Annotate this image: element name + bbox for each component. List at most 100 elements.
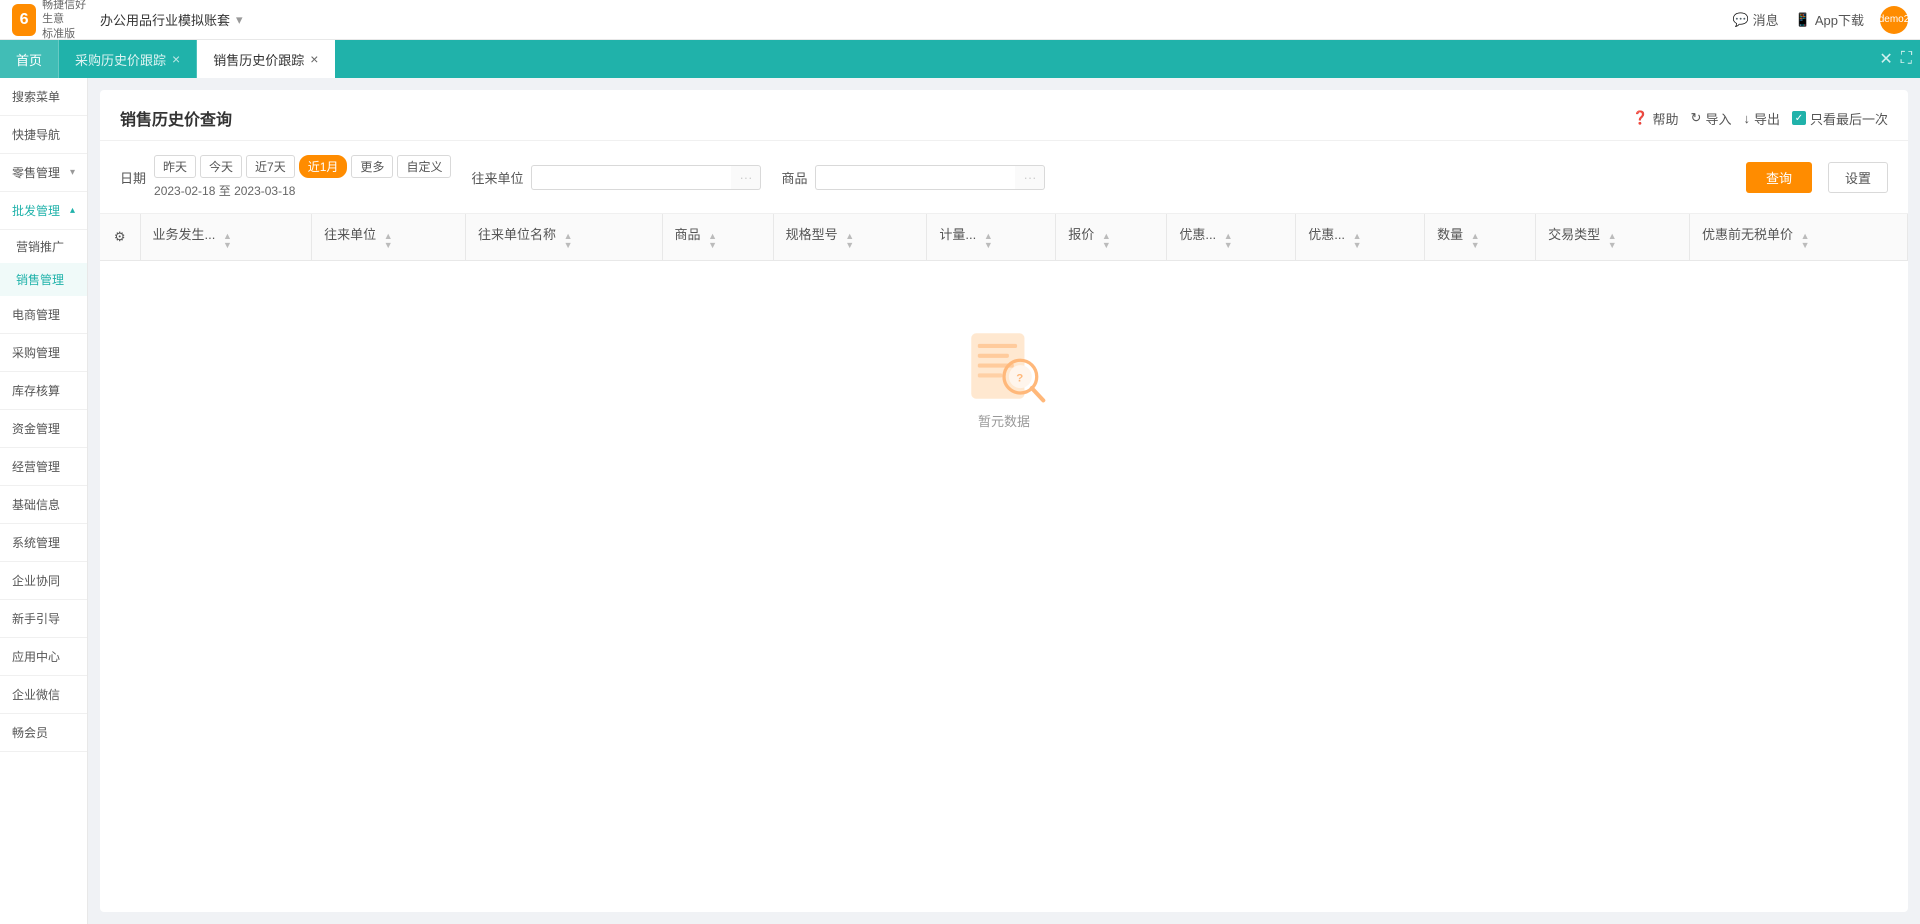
date-btn-more[interactable]: 更多 (351, 155, 393, 178)
partner-input[interactable] (531, 165, 731, 190)
page-title: 销售历史价查询 (120, 106, 232, 130)
sidebar-item-enterprise-collab-label: 企业协同 (12, 572, 60, 589)
date-btn-group: 昨天 今天 近7天 近1月 更多 自定义 (154, 155, 451, 178)
content-area: 销售历史价查询 ❓ 帮助 ↻ 导入 ↓ 导出 (88, 78, 1920, 924)
sidebar-item-basic-info[interactable]: 基础信息 (0, 486, 87, 524)
sidebar-item-ecommerce-label: 电商管理 (12, 306, 60, 323)
date-btn-custom[interactable]: 自定义 (397, 155, 451, 178)
export-btn[interactable]: ↓ 导出 (1743, 109, 1780, 128)
top-bar-right: 💬 消息 📱 App下载 demo2 (1732, 6, 1908, 34)
sort-icon-qty: ▲▼ (1471, 232, 1480, 250)
action-btns: 查询 设置 (1746, 162, 1888, 193)
sidebar-item-retail-label: 零售管理 (12, 164, 60, 181)
sidebar-item-app-center-label: 应用中心 (12, 648, 60, 665)
sidebar-item-system[interactable]: 系统管理 (0, 524, 87, 562)
th-biz-date[interactable]: 业务发生... ▲▼ (140, 214, 312, 261)
sidebar-item-wholesale[interactable]: 批发管理 ▴ (0, 192, 87, 230)
sidebar-item-quick-nav[interactable]: 快捷导航 (0, 116, 87, 154)
date-btn-yesterday[interactable]: 昨天 (154, 155, 196, 178)
tab-purchase-close-icon[interactable]: × (172, 51, 180, 67)
sidebar-item-capital[interactable]: 资金管理 (0, 410, 87, 448)
empty-text: 暂元数据 (978, 411, 1030, 430)
tab-purchase-history-label: 采购历史价跟踪 (75, 50, 166, 69)
date-btn-today[interactable]: 今天 (200, 155, 242, 178)
empty-state: ? 暂元数据 (100, 261, 1908, 490)
th-quote[interactable]: 报价 ▲▼ (1056, 214, 1167, 261)
sidebar: 搜索菜单 快捷导航 零售管理 ▾ 批发管理 ▴ 营销推广 销售管理 电商管理 采… (0, 78, 88, 924)
date-btn-1month[interactable]: 近1月 (299, 155, 348, 178)
product-input[interactable] (815, 165, 1015, 190)
tab-sales-history[interactable]: 销售历史价跟踪 × (197, 40, 335, 78)
th-partner-code[interactable]: 往来单位 ▲▼ (312, 214, 466, 261)
sort-icon-product: ▲▼ (708, 232, 717, 250)
page-header-actions: ❓ 帮助 ↻ 导入 ↓ 导出 只看最后一次 (1632, 109, 1888, 128)
sidebar-item-member[interactable]: 畅会员 (0, 714, 87, 752)
sidebar-item-operations[interactable]: 经营管理 (0, 448, 87, 486)
sort-icon-discount2: ▲▼ (1353, 232, 1362, 250)
app-download-btn[interactable]: 📱 App下载 (1795, 10, 1864, 29)
table-container: ⚙ 业务发生... ▲▼ 往来单位 ▲▼ 往来单位名称 ▲ (100, 214, 1908, 912)
import-btn[interactable]: ↻ 导入 (1691, 109, 1732, 128)
logo-area: 6 畅捷信好生意 标准版 (12, 0, 92, 41)
sidebar-item-inventory[interactable]: 库存核算 (0, 372, 87, 410)
th-partner-name[interactable]: 往来单位名称 ▲▼ (465, 214, 662, 261)
th-discount1[interactable]: 优惠... ▲▼ (1167, 214, 1296, 261)
date-btn-7days[interactable]: 近7天 (246, 155, 295, 178)
sort-icon-trade-type: ▲▼ (1608, 232, 1617, 250)
tab-bar-actions: ✕ ⛶ (1879, 40, 1920, 78)
sidebar-item-ecommerce[interactable]: 电商管理 (0, 296, 87, 334)
th-trade-type[interactable]: 交易类型 ▲▼ (1536, 214, 1690, 261)
sidebar-item-enterprise-wechat-label: 企业微信 (12, 686, 60, 703)
tab-home[interactable]: 首页 (0, 40, 59, 78)
date-filter-section: 昨天 今天 近7天 近1月 更多 自定义 2023-02-18 至 2023-0… (154, 155, 451, 199)
sidebar-item-quick-nav-label: 快捷导航 (12, 126, 60, 143)
date-filter-group: 日期 昨天 今天 近7天 近1月 更多 自定义 2023-02-18 至 202… (120, 155, 451, 199)
logo-icon: 6 (12, 4, 36, 36)
tab-close-all-btn[interactable]: ✕ (1879, 49, 1892, 69)
help-btn[interactable]: ❓ 帮助 (1632, 109, 1678, 128)
sort-icon-partner-name: ▲▼ (564, 232, 573, 250)
import-icon: ↻ (1691, 110, 1702, 126)
product-dots-btn[interactable]: ··· (1015, 165, 1045, 190)
sidebar-item-new-guide[interactable]: 新手引导 (0, 600, 87, 638)
setting-btn[interactable]: 设置 (1828, 162, 1888, 193)
th-spec[interactable]: 规格型号 ▲▼ (773, 214, 927, 261)
sidebar-item-search-menu[interactable]: 搜索菜单 (0, 78, 87, 116)
only-last-checkbox[interactable] (1792, 111, 1806, 125)
th-product[interactable]: 商品 ▲▼ (662, 214, 773, 261)
tab-sales-close-icon[interactable]: × (310, 52, 318, 66)
no-data-icon: ? (954, 321, 1054, 411)
partner-input-group: ··· (531, 165, 761, 190)
user-area[interactable]: demo2 (1880, 6, 1908, 34)
filter-row: 日期 昨天 今天 近7天 近1月 更多 自定义 2023-02-18 至 202… (100, 141, 1908, 214)
tab-fullscreen-btn[interactable]: ⛶ (1901, 50, 1912, 68)
th-gear[interactable]: ⚙ (100, 214, 140, 261)
phone-icon: 📱 (1795, 12, 1811, 28)
message-icon: 💬 (1732, 12, 1748, 28)
wholesale-arrow-icon: ▴ (70, 205, 75, 216)
sidebar-item-enterprise-wechat[interactable]: 企业微信 (0, 676, 87, 714)
th-discount2[interactable]: 优惠... ▲▼ (1296, 214, 1425, 261)
app-title-dropdown-icon[interactable]: ▾ (236, 12, 243, 28)
app-title-area[interactable]: 办公用品行业模拟账套 ▾ (100, 10, 243, 29)
sort-icon-discount1: ▲▼ (1224, 232, 1233, 250)
table-header-row: ⚙ 业务发生... ▲▼ 往来单位 ▲▼ 往来单位名称 ▲ (100, 214, 1908, 261)
search-btn[interactable]: 查询 (1746, 162, 1812, 193)
tab-purchase-history[interactable]: 采购历史价跟踪 × (59, 40, 197, 78)
sidebar-item-basic-info-label: 基础信息 (12, 496, 60, 513)
message-btn[interactable]: 💬 消息 (1732, 10, 1778, 29)
th-pretax-price[interactable]: 优惠前无税单价 ▲▼ (1689, 214, 1907, 261)
sidebar-item-purchase[interactable]: 采购管理 (0, 334, 87, 372)
sidebar-item-app-center[interactable]: 应用中心 (0, 638, 87, 676)
sidebar-sub-item-sales-mgmt[interactable]: 销售管理 (0, 263, 87, 296)
date-range-text: 2023-02-18 至 2023-03-18 (154, 182, 451, 199)
sidebar-item-enterprise-collab[interactable]: 企业协同 (0, 562, 87, 600)
only-last-checkbox-label[interactable]: 只看最后一次 (1792, 109, 1888, 128)
th-qty[interactable]: 数量 ▲▼ (1425, 214, 1536, 261)
partner-dots-btn[interactable]: ··· (731, 165, 761, 190)
sidebar-sub-item-marketing[interactable]: 营销推广 (0, 230, 87, 263)
product-filter-group: 商品 ··· (781, 165, 1045, 190)
th-unit[interactable]: 计量... ▲▼ (927, 214, 1056, 261)
top-bar-left: 6 畅捷信好生意 标准版 办公用品行业模拟账套 ▾ (12, 0, 243, 41)
sidebar-item-retail[interactable]: 零售管理 ▾ (0, 154, 87, 192)
